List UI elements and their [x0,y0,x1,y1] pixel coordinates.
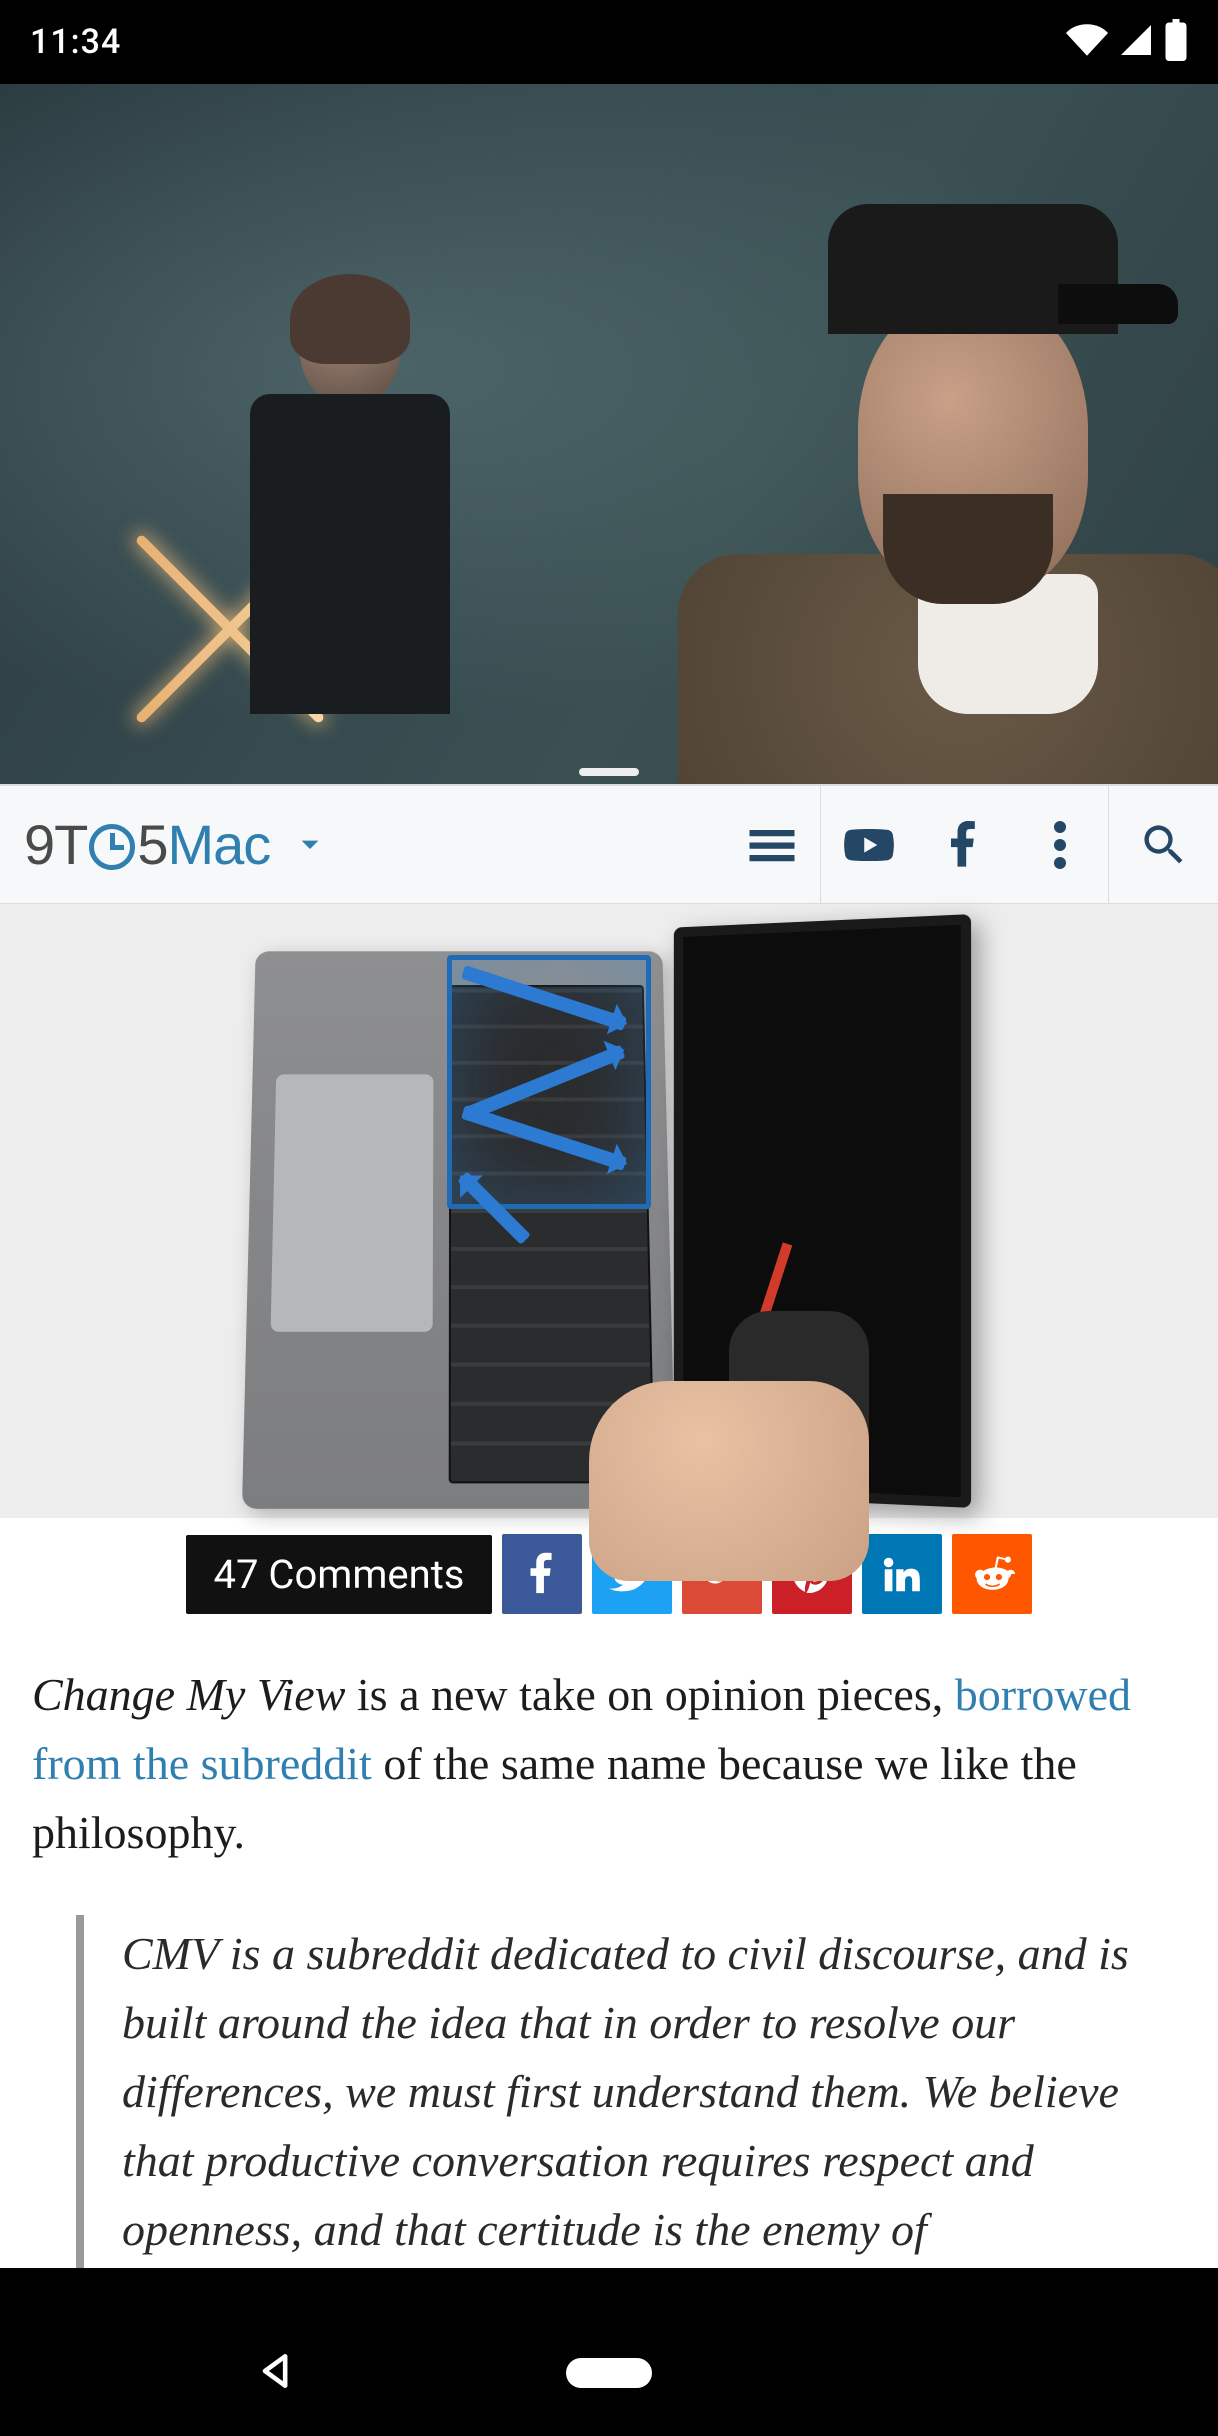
site-header: 9T 5 Mac [0,784,1218,904]
article-hero-image [0,904,1218,1519]
wifi-icon [1066,19,1108,65]
article-body: Change My View is a new take on opinion … [0,1630,1218,2268]
status-time: 11:34 [30,22,121,62]
video-pip-area[interactable] [0,84,1218,784]
facebook-icon[interactable] [916,786,1012,903]
battery-icon [1164,19,1188,65]
cell-signal-icon [1118,22,1154,62]
share-facebook-button[interactable] [502,1534,582,1614]
logo-9t: 9T [24,812,87,877]
article-lead: Change My View is a new take on opinion … [32,1660,1186,1867]
menu-icon[interactable] [724,786,820,903]
lead-em: Change My View [32,1669,345,1720]
site-logo[interactable]: 9T 5 Mac [0,812,330,877]
system-nav-bar [0,2310,1218,2436]
back-button[interactable] [254,2349,298,2397]
video-person-right [658,174,1218,784]
lead-after-em: is a new take on opinion pieces, [345,1669,954,1720]
blockquote-text: CMV is a subreddit dedicated to civil di… [122,1928,1129,2255]
comments-button[interactable]: 47 Comments [186,1535,493,1614]
pip-drag-handle[interactable] [579,768,639,776]
article-blockquote: CMV is a subreddit dedicated to civil di… [76,1915,1186,2268]
more-vertical-icon[interactable] [1012,786,1108,903]
picture-icon [151,20,191,64]
share-linkedin-button[interactable] [862,1534,942,1614]
video-person-left [220,284,480,764]
status-bar: 11:34 [0,0,1218,84]
share-reddit-button[interactable] [952,1534,1032,1614]
logo-mac: Mac [168,812,271,877]
search-icon[interactable] [1108,786,1218,903]
chevron-down-icon[interactable] [290,812,330,877]
clock-icon [89,824,135,870]
youtube-icon[interactable] [820,786,916,903]
home-button[interactable] [566,2358,652,2388]
logo-5: 5 [137,812,167,877]
